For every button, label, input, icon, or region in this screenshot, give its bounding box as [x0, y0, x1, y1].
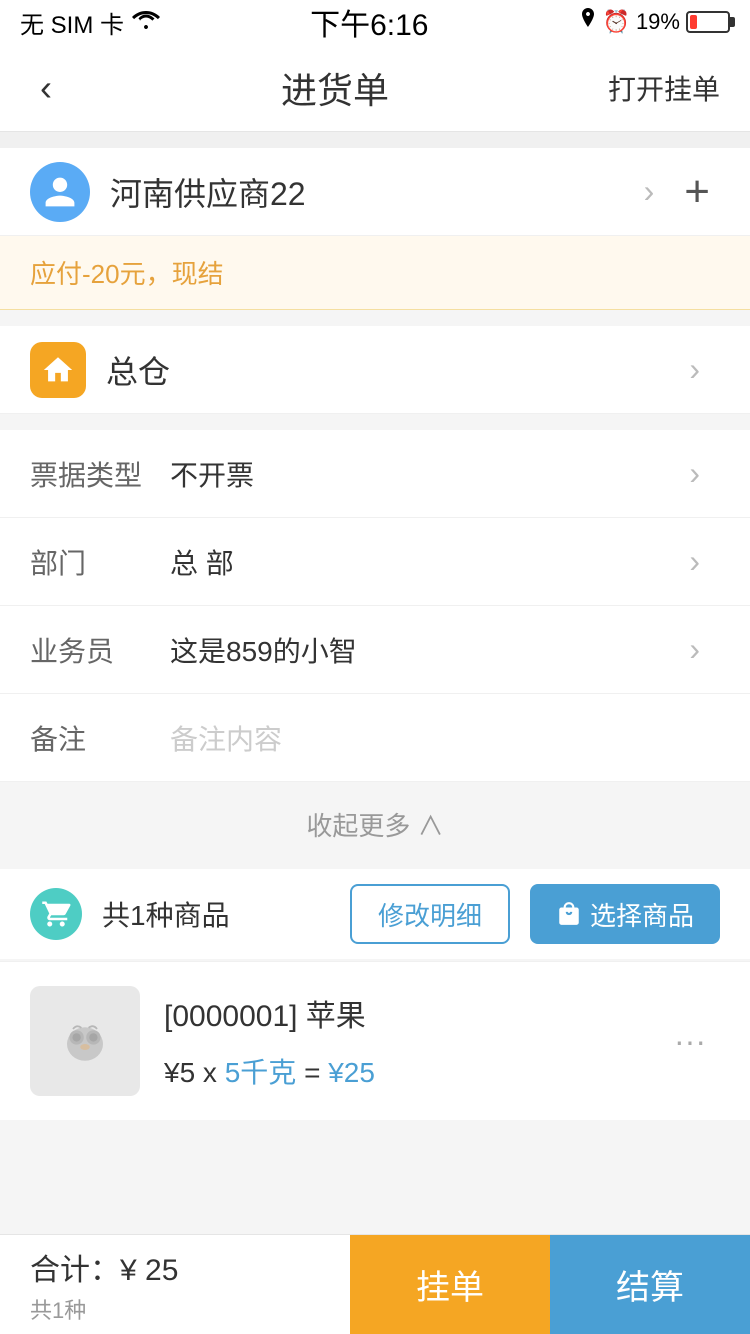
select-product-label: 选择商品	[590, 896, 694, 933]
unit-price: ¥5 x	[164, 1057, 225, 1088]
time-label: 下午6:16	[310, 0, 428, 44]
product-item: [0000001] 苹果 ¥5 x 5千克 = ¥25 ···	[0, 961, 750, 1120]
nav-bar: ‹ 进货单 打开挂单	[0, 44, 750, 132]
ticket-type-chevron-icon: ›	[689, 455, 700, 492]
bottom-bar: 合计：¥ 25 共1种 挂单 结算	[0, 1234, 750, 1334]
carrier-label: 无 SIM 卡	[20, 5, 124, 40]
select-product-button[interactable]: 选择商品	[530, 884, 720, 944]
supplier-section: 河南供应商22 › +	[0, 148, 750, 236]
supplier-chevron-icon: ›	[644, 173, 655, 210]
product-title: 苹果	[306, 1000, 366, 1033]
product-code: [0000001]	[164, 1000, 306, 1033]
warehouse-icon	[30, 342, 86, 398]
warehouse-section[interactable]: 总仓 ›	[0, 326, 750, 414]
alarm-icon: ⏰	[603, 9, 630, 35]
notice-text: 应付-20元，现结	[30, 259, 224, 289]
product-thumbnail	[30, 986, 140, 1096]
back-button[interactable]: ‹	[30, 57, 62, 119]
product-more-button[interactable]: ···	[660, 1023, 720, 1060]
page-title: 进货单	[281, 62, 389, 114]
product-info: [0000001] 苹果 ¥5 x 5千克 = ¥25	[164, 991, 660, 1091]
sales-rep-label: 业务员	[30, 630, 170, 670]
total-label: 合计：¥ 25	[30, 1245, 350, 1289]
ticket-type-label: 票据类型	[30, 454, 170, 494]
notice-banner: 应付-20元，现结	[0, 236, 750, 310]
product-price-row: ¥5 x 5千克 = ¥25	[164, 1051, 660, 1091]
checkout-button[interactable]: 结算	[550, 1235, 750, 1334]
department-chevron-icon: ›	[689, 543, 700, 580]
battery-percent: 19%	[636, 9, 680, 35]
department-row[interactable]: 部门 总 部 ›	[0, 518, 750, 606]
status-bar: 无 SIM 卡 下午6:16 ⏰ 19%	[0, 0, 750, 44]
sales-rep-chevron-icon: ›	[689, 631, 700, 668]
quantity-value: 5千克	[225, 1057, 297, 1088]
sales-rep-row[interactable]: 业务员 这是859的小智 ›	[0, 606, 750, 694]
ticket-type-row[interactable]: 票据类型 不开票 ›	[0, 430, 750, 518]
home-icon	[41, 353, 75, 387]
department-value: 总 部	[170, 542, 689, 582]
modify-detail-button[interactable]: 修改明细	[350, 884, 510, 944]
select-cart-icon	[556, 901, 582, 927]
warehouse-chevron-icon: ›	[689, 351, 700, 388]
open-suspend-button[interactable]: 打开挂单	[608, 68, 720, 108]
supplier-avatar	[30, 162, 90, 222]
form-section: 票据类型 不开票 › 部门 总 部 › 业务员 这是859的小智 › 备注 备注…	[0, 430, 750, 782]
status-left: 无 SIM 卡	[20, 5, 160, 40]
bottom-spacer	[0, 1120, 750, 1220]
owl-logo-icon	[55, 1011, 115, 1071]
sales-rep-value: 这是859的小智	[170, 630, 689, 670]
product-name: [0000001] 苹果	[164, 991, 660, 1035]
department-label: 部门	[30, 542, 170, 582]
total-price: ¥25	[328, 1057, 375, 1088]
supplier-name: 河南供应商22	[110, 169, 644, 215]
total-info: 合计：¥ 25 共1种	[0, 1245, 350, 1325]
product-count-icon	[30, 888, 82, 940]
location-icon	[579, 8, 597, 36]
warehouse-name: 总仓	[106, 347, 689, 393]
person-icon	[42, 174, 78, 210]
total-count: 共1种	[30, 1293, 350, 1325]
suspend-button[interactable]: 挂单	[350, 1235, 550, 1334]
remark-row[interactable]: 备注 备注内容	[0, 694, 750, 782]
ticket-type-value: 不开票	[170, 454, 689, 494]
remark-placeholder[interactable]: 备注内容	[170, 718, 720, 758]
section-divider-1	[0, 132, 750, 148]
status-right: ⏰ 19%	[579, 8, 730, 36]
equals-sign: =	[304, 1057, 328, 1088]
collapse-toggle[interactable]: 收起更多 ∧	[0, 782, 750, 867]
wifi-icon	[132, 8, 160, 36]
add-supplier-button[interactable]: +	[674, 167, 720, 217]
remark-label: 备注	[30, 718, 170, 758]
cart-icon	[41, 899, 71, 929]
battery-icon	[686, 11, 730, 33]
product-count-label: 共1种商品	[102, 894, 330, 934]
collapse-label: 收起更多 ∧	[306, 811, 443, 841]
products-header: 共1种商品 修改明细 选择商品	[0, 869, 750, 959]
